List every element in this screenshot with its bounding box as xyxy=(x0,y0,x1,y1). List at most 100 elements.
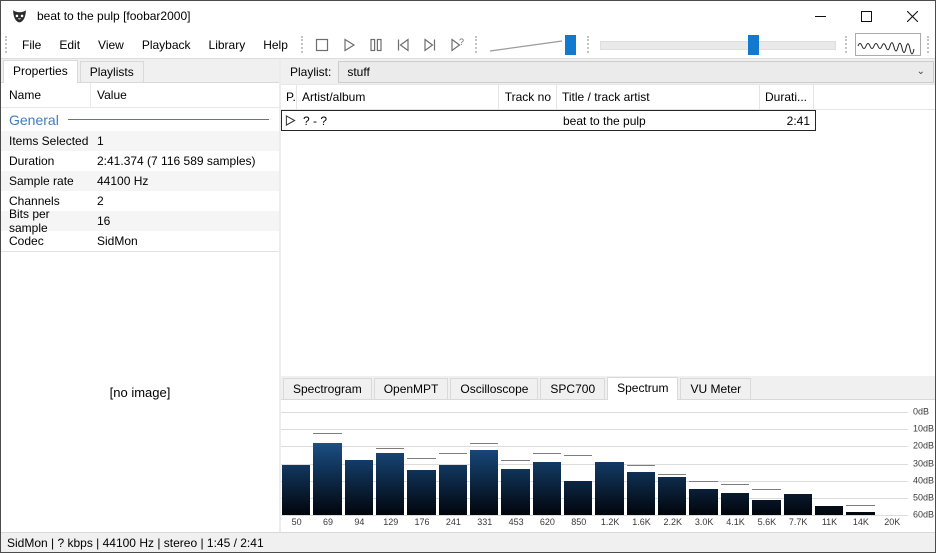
spectrum-bar xyxy=(626,472,656,515)
x-axis-tick-label: 331 xyxy=(477,517,493,527)
property-name: Duration xyxy=(9,154,55,168)
foobar2000-app-icon xyxy=(13,9,26,22)
spectrum-slot xyxy=(688,412,719,515)
playing-triangle-icon xyxy=(285,115,296,126)
toolbar-drag-handle[interactable] xyxy=(926,36,932,53)
x-axis-tick-label: 3.0K xyxy=(694,517,714,527)
column-header-name[interactable]: Name xyxy=(1,83,91,107)
peak-marker xyxy=(376,448,405,449)
playlist-empty-area[interactable] xyxy=(281,131,935,376)
spectrum-slot xyxy=(406,412,437,515)
seek-track[interactable] xyxy=(599,40,836,50)
viz-tab-spectrum[interactable]: Spectrum xyxy=(607,377,679,400)
playlist-dropdown-value: stuff xyxy=(347,64,370,79)
toolbar-drag-handle[interactable] xyxy=(300,36,306,53)
volume-handle[interactable] xyxy=(564,34,576,55)
maximize-button[interactable] xyxy=(843,1,889,31)
properties-table-header[interactable]: Name Value xyxy=(1,83,279,108)
x-axis-tick-label: 69 xyxy=(323,517,334,527)
spectrum-bar xyxy=(313,443,342,515)
playlist-column-1[interactable]: Artist/album xyxy=(297,85,499,109)
playlist-column-0[interactable]: P... xyxy=(281,85,297,109)
playlist-column-4[interactable]: Durati... xyxy=(760,85,814,109)
stop-button[interactable] xyxy=(310,33,335,57)
previous-button[interactable] xyxy=(391,33,416,57)
x-axis-tick-label: 1.2K xyxy=(600,517,620,527)
toolbar-drag-handle[interactable] xyxy=(5,36,10,53)
spectrum-bar xyxy=(344,460,374,515)
spectrum-analyzer[interactable]: 0dB 10dB 20dB 30dB 40dB 50dB 60dB 50 69 94 129 176 2… xyxy=(281,400,935,532)
spectrum-bar xyxy=(595,462,624,515)
property-name: Items Selected xyxy=(9,134,89,148)
peak-marker xyxy=(626,465,656,466)
property-row[interactable]: Codec SidMon xyxy=(1,231,279,251)
y-axis-tick-label: 0dB xyxy=(913,406,930,417)
property-row[interactable]: Bits per sample 16 xyxy=(1,207,279,235)
play-icon xyxy=(344,37,356,52)
toolbar-drag-handle[interactable] xyxy=(844,36,850,53)
y-axis-tick-label: 40dB xyxy=(913,475,935,486)
tab-properties[interactable]: Properties xyxy=(3,60,78,83)
spectrum-slot xyxy=(438,412,469,515)
spectrum-bar xyxy=(658,477,687,515)
spectrum-bar xyxy=(438,465,468,515)
playlist-track-row[interactable]: ? - ? beat to the pulp 2:41 xyxy=(281,110,816,131)
menu-file[interactable]: File xyxy=(13,32,50,58)
spectrum-bar xyxy=(407,470,436,515)
close-button[interactable] xyxy=(889,1,935,31)
toolbar-drag-handle[interactable] xyxy=(474,36,480,53)
oscilloscope-widget[interactable] xyxy=(854,33,921,56)
play-random-button[interactable]: ? xyxy=(445,33,470,57)
next-button[interactable] xyxy=(418,33,443,57)
viz-tab-openmpt[interactable]: OpenMPT xyxy=(373,378,449,399)
property-row[interactable]: Sample rate 44100 Hz xyxy=(1,171,279,191)
x-axis-tick-label: 850 xyxy=(571,517,587,527)
column-header-value[interactable]: Value xyxy=(91,83,279,107)
properties-section-general: General xyxy=(1,108,279,131)
pause-button[interactable] xyxy=(364,33,389,57)
viz-tab-spectrogram[interactable]: Spectrogram xyxy=(283,378,372,399)
volume-slider[interactable] xyxy=(486,33,580,57)
window-title: beat to the pulp [foobar2000] xyxy=(37,9,191,23)
property-name: Bits per sample xyxy=(9,207,50,235)
play-button[interactable] xyxy=(337,33,362,57)
spectrum-bar xyxy=(501,469,530,515)
seek-handle[interactable] xyxy=(747,34,759,55)
menu-library[interactable]: Library xyxy=(200,32,255,58)
x-axis-tick-label: 620 xyxy=(539,517,555,527)
viz-tab-vu-meter[interactable]: VU Meter xyxy=(680,378,752,399)
spectrum-plot-area xyxy=(281,412,908,515)
spectrum-slot xyxy=(657,412,688,515)
menu-edit[interactable]: Edit xyxy=(50,32,89,58)
spectrum-slot xyxy=(281,412,312,515)
property-value: 16 xyxy=(97,214,111,228)
playlist-column-2[interactable]: Track no xyxy=(499,85,557,109)
section-divider xyxy=(67,119,269,120)
status-text: SidMon | ? kbps | 44100 Hz | stereo | 1:… xyxy=(7,535,264,550)
album-art-panel[interactable]: [no image] xyxy=(1,252,279,532)
seek-bar[interactable] xyxy=(598,33,838,57)
x-axis-labels: 50 69 94 129 176 241 331 453 620 850 1.2K 1.6K 2.2K 3… xyxy=(281,517,908,527)
x-axis-tick-label: 129 xyxy=(383,517,399,527)
minimize-button[interactable] xyxy=(797,1,843,31)
playlist-column-3[interactable]: Title / track artist xyxy=(557,85,760,109)
playlist-dropdown[interactable]: stuff ⌄ xyxy=(338,60,934,83)
menu-help[interactable]: Help xyxy=(254,32,297,58)
peak-marker xyxy=(313,433,342,434)
x-axis-tick-label: 20K xyxy=(884,517,901,527)
property-row[interactable]: Duration 2:41.374 (7 116 589 samples) xyxy=(1,151,279,171)
cell-artist-album: ? - ? xyxy=(303,113,328,128)
menu-playback[interactable]: Playback xyxy=(133,32,200,58)
pause-icon xyxy=(370,38,383,51)
menu-view[interactable]: View xyxy=(89,32,133,58)
viz-tab-spc700[interactable]: SPC700 xyxy=(540,378,606,399)
grid-line xyxy=(281,515,908,516)
tab-playlists[interactable]: Playlists xyxy=(79,61,144,82)
title-bar[interactable]: beat to the pulp [foobar2000] xyxy=(1,1,935,31)
viz-tab-oscilloscope[interactable]: Oscilloscope xyxy=(450,378,539,399)
x-axis-tick-label: 11K xyxy=(821,517,838,527)
property-row[interactable]: Items Selected 1 xyxy=(1,131,279,151)
y-axis-tick-label: 50dB xyxy=(913,492,935,503)
toolbar-drag-handle[interactable] xyxy=(586,36,592,53)
peak-marker xyxy=(407,458,436,459)
